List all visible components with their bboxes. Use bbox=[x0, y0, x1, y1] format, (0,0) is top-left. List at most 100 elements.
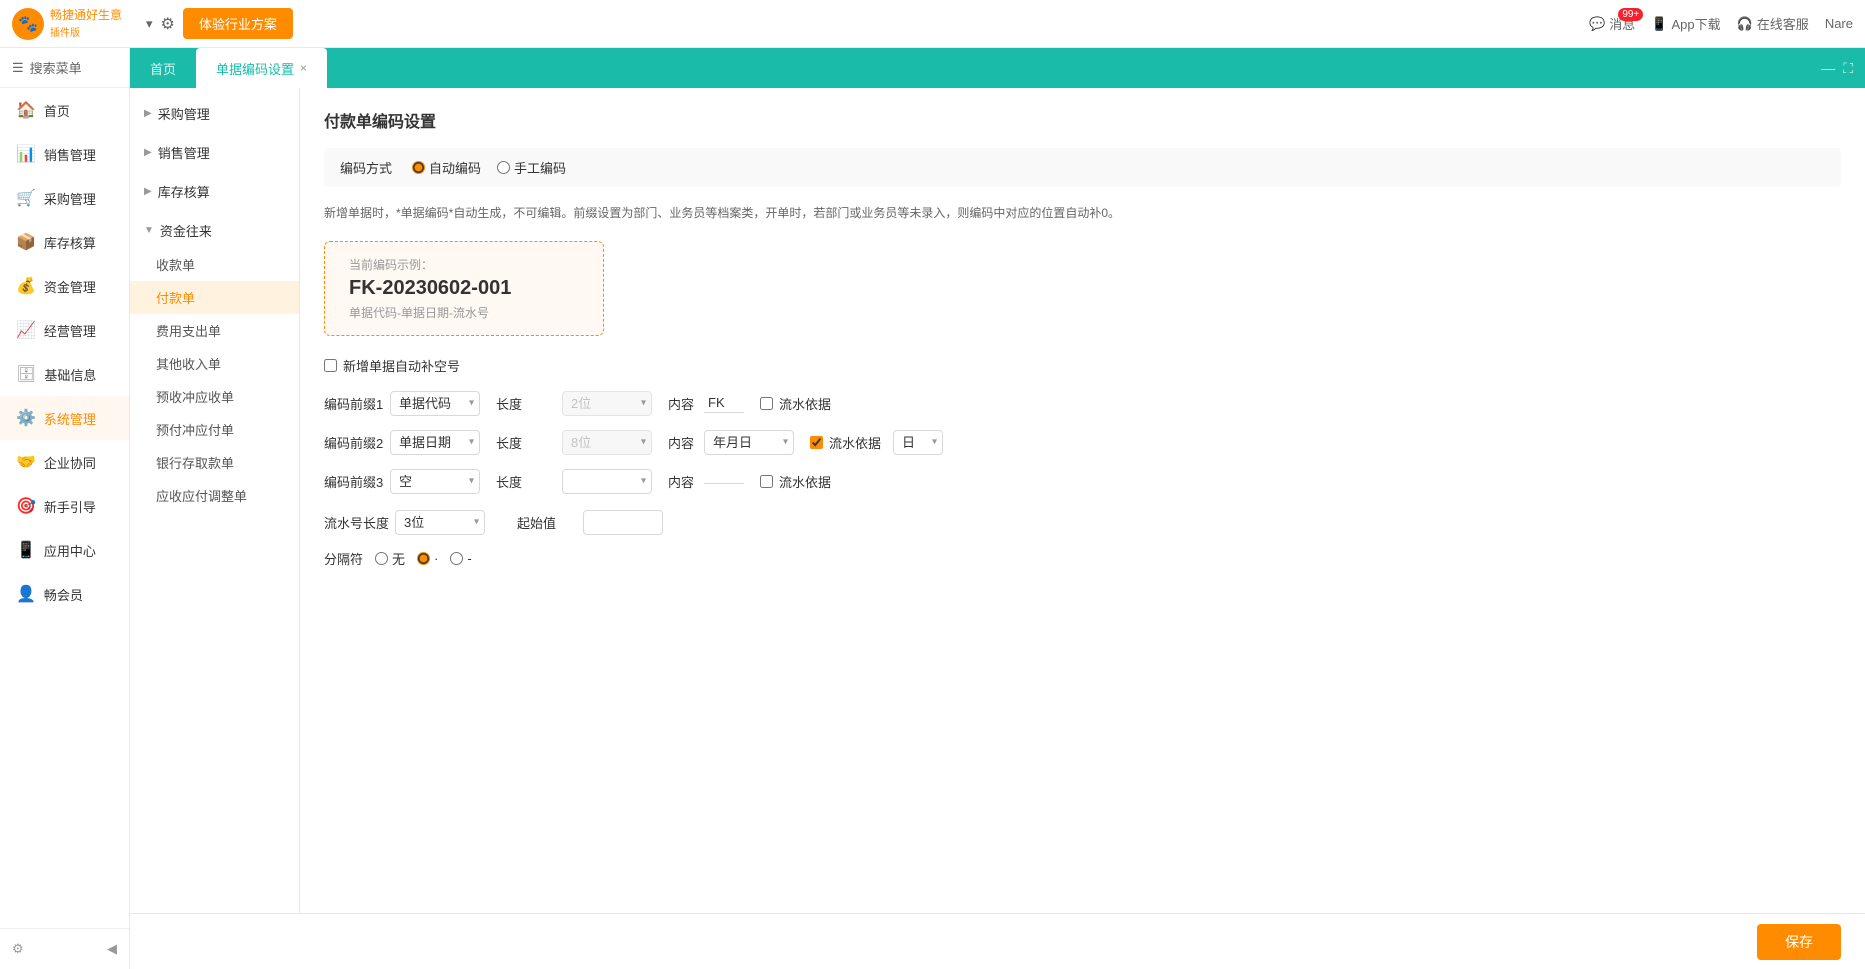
prefix2-select[interactable]: 单据日期 bbox=[390, 430, 480, 455]
separator-dash-radio[interactable]: - bbox=[450, 551, 471, 566]
serial3-item: 流水依据 bbox=[760, 472, 831, 491]
preview-label: 当前编码示例： bbox=[349, 256, 579, 273]
start-value-item: 起始值 1 bbox=[517, 510, 663, 535]
finance-icon: 💰 bbox=[16, 276, 36, 296]
service-button[interactable]: 🎧 在线客服 bbox=[1737, 14, 1809, 33]
search-icon: ☰ bbox=[12, 60, 24, 76]
length3-select-wrapper bbox=[562, 469, 652, 494]
logo-text: 畅捷通好生意 插件版 bbox=[50, 8, 122, 39]
system-icon: ⚙️ bbox=[16, 408, 36, 428]
industry-btn[interactable]: 体验行业方案 bbox=[183, 8, 293, 39]
sidebar-item-operations[interactable]: 📈 经营管理 bbox=[0, 308, 129, 352]
sidebar-item-member[interactable]: 👤 畅会员 bbox=[0, 572, 129, 616]
serial1-item: 流水依据 bbox=[760, 394, 831, 413]
content2-select-wrapper: 年月日 bbox=[704, 430, 794, 455]
day-select-wrapper: 日 月 年 bbox=[893, 430, 943, 455]
left-sidebar: ☰ 搜索菜单 🏠 首页 📊 销售管理 🛒 采购管理 📦 库存核算 💰 资金管理 … bbox=[0, 48, 130, 969]
sec-nav-capital[interactable]: ▼ 资金往来 bbox=[130, 213, 299, 248]
save-button[interactable]: 保存 bbox=[1757, 924, 1841, 960]
arrow-right-icon-2: ▶ bbox=[144, 147, 152, 158]
manual-encode-radio[interactable]: 手工编码 bbox=[497, 158, 566, 177]
sidebar-item-basic-info[interactable]: 🗄 基础信息 bbox=[0, 352, 129, 396]
app-download-button[interactable]: 📱 App下载 bbox=[1651, 14, 1720, 33]
serial-length-select-wrapper: 3位 4位 5位 bbox=[395, 510, 485, 535]
member-icon: 👤 bbox=[16, 584, 36, 604]
sidebar-item-inventory[interactable]: 📦 库存核算 bbox=[0, 220, 129, 264]
sidebar-item-purchase[interactable]: 🛒 采购管理 bbox=[0, 176, 129, 220]
prefix1-select[interactable]: 单据代码 bbox=[390, 391, 480, 416]
serial3-checkbox[interactable] bbox=[760, 475, 773, 488]
sec-nav-adjustment[interactable]: 应收应付调整单 bbox=[130, 479, 299, 512]
user-name: Nare bbox=[1825, 16, 1853, 31]
tab-encoding-settings[interactable]: 单据编码设置 × bbox=[196, 48, 327, 88]
sales-icon: 📊 bbox=[16, 144, 36, 164]
day-select[interactable]: 日 月 年 bbox=[893, 430, 943, 455]
sec-nav-bank-deposit[interactable]: 银行存取款单 bbox=[130, 446, 299, 479]
serial1-checkbox[interactable] bbox=[760, 397, 773, 410]
sec-nav-receipt[interactable]: 收款单 bbox=[130, 248, 299, 281]
home-icon: 🏠 bbox=[16, 100, 36, 120]
sidebar-item-enterprise[interactable]: 🤝 企业协同 bbox=[0, 440, 129, 484]
start-value-input[interactable]: 1 bbox=[583, 510, 663, 535]
preview-sub: 单据代码-单据日期-流水号 bbox=[349, 304, 579, 321]
serial2-checkbox[interactable] bbox=[810, 436, 823, 449]
search-menu[interactable]: ☰ 搜索菜单 bbox=[0, 48, 129, 88]
purchase-icon: 🛒 bbox=[16, 188, 36, 208]
header-middle: ▾ ⚙ 体验行业方案 bbox=[142, 8, 1579, 39]
settings-icon[interactable]: ⚙ bbox=[12, 941, 24, 957]
sidebar-item-guide[interactable]: 🎯 新手引导 bbox=[0, 484, 129, 528]
apps-icon: 📱 bbox=[16, 540, 36, 560]
prefix3-select-wrapper: 空 bbox=[390, 469, 480, 494]
sec-nav-advance-payable[interactable]: 预付冲应付单 bbox=[130, 413, 299, 446]
separator-dot-radio[interactable]: · bbox=[417, 551, 438, 566]
tab-close-icon[interactable]: × bbox=[300, 61, 307, 75]
arrow-right-icon: ▶ bbox=[144, 108, 152, 119]
sec-nav-purchase[interactable]: ▶ 采购管理 bbox=[130, 96, 299, 131]
inventory-icon: 📦 bbox=[16, 232, 36, 252]
form-area: 付款单编码设置 编码方式 自动编码 手工编码 bbox=[300, 88, 1865, 913]
sec-nav-group-inventory: ▶ 库存核算 bbox=[130, 174, 299, 209]
expand-icon[interactable]: ⛶ bbox=[1843, 60, 1853, 77]
auto-encode-radio[interactable]: 自动编码 bbox=[412, 158, 481, 177]
top-header: 🐾 畅捷通好生意 插件版 ▾ ⚙ 体验行业方案 💬 消息 99+ 📱 App下载… bbox=[0, 0, 1865, 48]
arrow-down-icon: ▼ bbox=[144, 225, 154, 236]
prefix2-select-wrapper: 单据日期 bbox=[390, 430, 480, 455]
guide-icon: 🎯 bbox=[16, 496, 36, 516]
content2-select[interactable]: 年月日 bbox=[704, 430, 794, 455]
preview-code: FK-20230602-001 bbox=[349, 277, 579, 300]
sec-nav-other-income[interactable]: 其他收入单 bbox=[130, 347, 299, 380]
separator-none-radio[interactable]: 无 bbox=[375, 549, 405, 568]
page-title: 付款单编码设置 bbox=[324, 108, 1841, 132]
tab-home[interactable]: 首页 bbox=[130, 48, 196, 88]
sidebar-item-finance[interactable]: 💰 资金管理 bbox=[0, 264, 129, 308]
minus-icon[interactable]: — bbox=[1821, 60, 1835, 76]
serial-length-select[interactable]: 3位 4位 5位 bbox=[395, 510, 485, 535]
logo-icon: 🐾 bbox=[12, 8, 44, 40]
gear-icon[interactable]: ⚙ bbox=[161, 14, 175, 34]
serial2-item: 流水依据 日 月 年 bbox=[810, 430, 943, 455]
sec-nav-expense[interactable]: 费用支出单 bbox=[130, 314, 299, 347]
length1-select: 2位 bbox=[562, 391, 652, 416]
sidebar-item-home[interactable]: 🏠 首页 bbox=[0, 88, 129, 132]
content3-item: 内容 bbox=[668, 472, 744, 491]
sec-nav-sales[interactable]: ▶ 销售管理 bbox=[130, 135, 299, 170]
encoding-radio-group: 自动编码 手工编码 bbox=[412, 158, 566, 177]
prefix3-select[interactable]: 空 bbox=[390, 469, 480, 494]
chevron-down-icon: ▾ bbox=[146, 16, 153, 32]
content2-item: 内容 年月日 bbox=[668, 430, 794, 455]
length3-select[interactable] bbox=[562, 469, 652, 494]
bottom-bar: 保存 bbox=[130, 913, 1865, 969]
sidebar-item-apps[interactable]: 📱 应用中心 bbox=[0, 528, 129, 572]
prefix2-item: 编码前缀2 单据日期 bbox=[324, 430, 480, 455]
main-layout: ☰ 搜索菜单 🏠 首页 📊 销售管理 🛒 采购管理 📦 库存核算 💰 资金管理 … bbox=[0, 48, 1865, 969]
sidebar-item-system[interactable]: ⚙️ 系统管理 bbox=[0, 396, 129, 440]
message-button[interactable]: 💬 消息 99+ bbox=[1589, 14, 1635, 33]
sec-nav-advance-receivable[interactable]: 预收冲应收单 bbox=[130, 380, 299, 413]
sidebar-item-sales[interactable]: 📊 销售管理 bbox=[0, 132, 129, 176]
separator-row: 分隔符 无 · - bbox=[324, 549, 1841, 568]
header-dropdown[interactable]: ▾ bbox=[142, 16, 153, 32]
sec-nav-payment[interactable]: 付款单 bbox=[130, 281, 299, 314]
sec-nav-inventory[interactable]: ▶ 库存核算 bbox=[130, 174, 299, 209]
auto-fill-checkbox[interactable] bbox=[324, 359, 337, 372]
collapse-icon[interactable]: ◀ bbox=[107, 941, 117, 957]
